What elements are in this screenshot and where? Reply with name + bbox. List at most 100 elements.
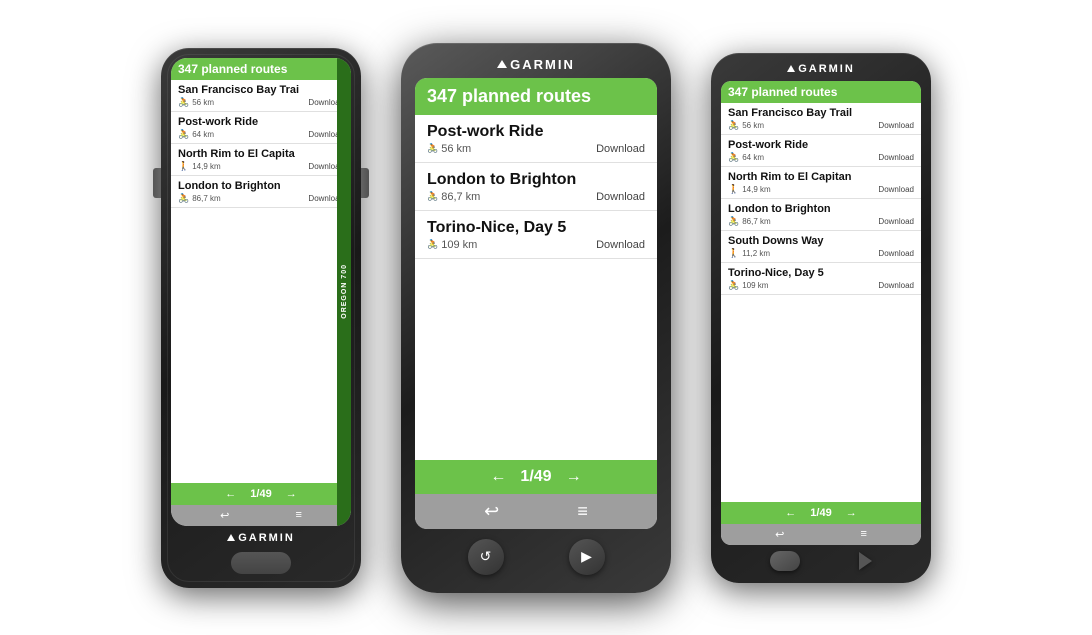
next-page-button[interactable]: → — [846, 507, 857, 519]
edge800-route-list: Post-work Ride 🚴 56 km Download London t… — [415, 115, 657, 460]
route-download-button[interactable]: Download — [878, 153, 914, 162]
bike-icon: 🚴 — [427, 143, 438, 154]
list-item: London to Brighton 🚴 86,7 km Download — [721, 199, 921, 231]
oregon-screen: OREGON 700 347 planned routes San Franci… — [171, 58, 351, 526]
route-meta-left: 🚶 11,2 km — [728, 248, 770, 259]
route-name: Post-work Ride — [728, 139, 914, 151]
route-dist: 14,9 km — [742, 185, 770, 194]
list-item: Post-work Ride 🚴 56 km Download — [415, 115, 657, 163]
edge-play-button[interactable]: ▶ — [569, 539, 605, 575]
bike-icon: 🚴 — [427, 191, 438, 202]
navigation-bar: ← 1/49 → — [415, 460, 657, 494]
page-indicator: 1/49 — [520, 468, 551, 486]
route-meta: 🚴 86,7 km Download — [178, 193, 344, 204]
route-meta-left: 🚶 14,9 km — [728, 184, 771, 195]
prev-page-button[interactable]: ← — [490, 468, 506, 486]
route-name: Torino-Nice, Day 5 — [427, 219, 645, 237]
page-indicator: 1/49 — [250, 488, 271, 500]
route-download-button[interactable]: Download — [596, 239, 645, 251]
route-meta: 🚴 109 km Download — [427, 239, 645, 251]
prev-page-button[interactable]: ← — [225, 488, 236, 500]
list-item: South Downs Way 🚶 11,2 km Download — [721, 231, 921, 263]
list-item: North Rim to El Capitan 🚶 14,9 km Downlo… — [721, 167, 921, 199]
route-download-button[interactable]: Download — [878, 185, 914, 194]
garmin-text: GARMIN — [798, 63, 855, 75]
oregon-label-strip: OREGON 700 — [337, 58, 351, 526]
garmin-triangle-icon — [497, 60, 507, 68]
route-dist: 86,7 km — [742, 217, 770, 226]
menu-icon[interactable]: ≡ — [577, 501, 588, 522]
route-download-button[interactable]: Download — [878, 281, 914, 290]
bottom-icons-bar: ↩ ≡ — [171, 505, 351, 526]
device-edge800: GARMIN 347 planned routes Post-work Ride… — [401, 43, 671, 593]
garmin-triangle-icon — [227, 534, 235, 541]
oregon-routes-header: 347 planned routes — [171, 58, 351, 80]
route-dist: 56 km — [742, 121, 764, 130]
route-meta: 🚶 14,9 km Download — [728, 184, 914, 195]
route-meta: 🚴 56 km Download — [178, 97, 344, 108]
route-meta-left: 🚴 56 km — [728, 120, 764, 131]
bike-icon: 🚴 — [728, 120, 739, 131]
route-meta: 🚴 64 km Download — [178, 129, 344, 140]
prev-page-button[interactable]: ← — [785, 507, 796, 519]
edge1000-back-button[interactable] — [770, 551, 800, 571]
route-meta-left: 🚴 86,7 km — [178, 193, 221, 204]
oregon-garmin-bottom: GARMIN — [227, 532, 295, 574]
route-download-button[interactable]: Download — [596, 143, 645, 155]
edge1000-bottom-controls — [721, 545, 921, 573]
route-meta: 🚴 86,7 km Download — [427, 191, 645, 203]
menu-icon[interactable]: ≡ — [860, 528, 866, 540]
next-page-button[interactable]: → — [286, 488, 297, 500]
side-button-left[interactable] — [153, 168, 161, 198]
route-download-button[interactable]: Download — [878, 217, 914, 226]
navigation-bar: ← 1/49 → — [721, 502, 921, 524]
oregon-route-list: San Francisco Bay Trai 🚴 56 km Download … — [171, 80, 351, 483]
edge1000-route-list: San Francisco Bay Trail 🚴 56 km Download… — [721, 103, 921, 502]
route-meta: 🚴 109 km Download — [728, 280, 914, 291]
route-meta: 🚴 64 km Download — [728, 152, 914, 163]
bike-icon: 🚴 — [178, 97, 189, 108]
back-icon[interactable]: ↩ — [484, 501, 499, 522]
next-page-button[interactable]: → — [566, 468, 582, 486]
route-meta: 🚶 11,2 km Download — [728, 248, 914, 259]
devices-container: OREGON 700 347 planned routes San Franci… — [0, 0, 1092, 635]
bike-icon: 🚴 — [728, 152, 739, 163]
back-icon[interactable]: ↩ — [220, 509, 229, 522]
hike-icon: 🚶 — [728, 248, 739, 259]
edge-back-button[interactable]: ↺ — [468, 539, 504, 575]
route-name: San Francisco Bay Trai — [178, 84, 344, 96]
route-dist: 56 km — [441, 143, 471, 155]
device-oregon: OREGON 700 347 planned routes San Franci… — [161, 48, 361, 588]
side-button-right[interactable] — [361, 168, 369, 198]
edge1000-screen-content: 347 planned routes San Francisco Bay Tra… — [721, 81, 921, 545]
garmin-text: GARMIN — [510, 57, 575, 72]
hike-icon: 🚶 — [728, 184, 739, 195]
route-dist: 109 km — [441, 239, 477, 251]
route-download-button[interactable]: Download — [878, 121, 914, 130]
edge800-screen-content: 347 planned routes Post-work Ride 🚴 56 k… — [415, 78, 657, 529]
route-download-button[interactable]: Download — [878, 249, 914, 258]
route-dist: 64 km — [192, 130, 214, 139]
edge1000-screen: 347 planned routes San Francisco Bay Tra… — [721, 81, 921, 545]
route-meta: 🚴 86,7 km Download — [728, 216, 914, 227]
route-name: Post-work Ride — [427, 123, 645, 141]
route-dist: 56 km — [192, 98, 214, 107]
list-item: San Francisco Bay Trail 🚴 56 km Download — [721, 103, 921, 135]
oregon-screen-content: 347 planned routes San Francisco Bay Tra… — [171, 58, 351, 526]
route-dist: 11,2 km — [742, 249, 770, 258]
list-item: Torino-Nice, Day 5 🚴 109 km Download — [721, 263, 921, 295]
bike-icon: 🚴 — [728, 280, 739, 291]
route-dist: 86,7 km — [192, 194, 220, 203]
back-icon[interactable]: ↩ — [775, 528, 784, 541]
navigation-bar: ← 1/49 → — [171, 483, 351, 505]
route-dist: 109 km — [742, 281, 768, 290]
garmin-text: GARMIN — [238, 532, 295, 544]
menu-icon[interactable]: ≡ — [295, 509, 301, 521]
bottom-icons-bar: ↩ ≡ — [415, 494, 657, 529]
route-download-button[interactable]: Download — [596, 191, 645, 203]
hike-icon: 🚶 — [178, 161, 189, 172]
edge1000-play-button[interactable] — [859, 552, 872, 570]
route-meta-left: 🚴 64 km — [728, 152, 764, 163]
route-meta-left: 🚴 56 km — [427, 143, 471, 155]
list-item: Post-work Ride 🚴 64 km Download — [721, 135, 921, 167]
